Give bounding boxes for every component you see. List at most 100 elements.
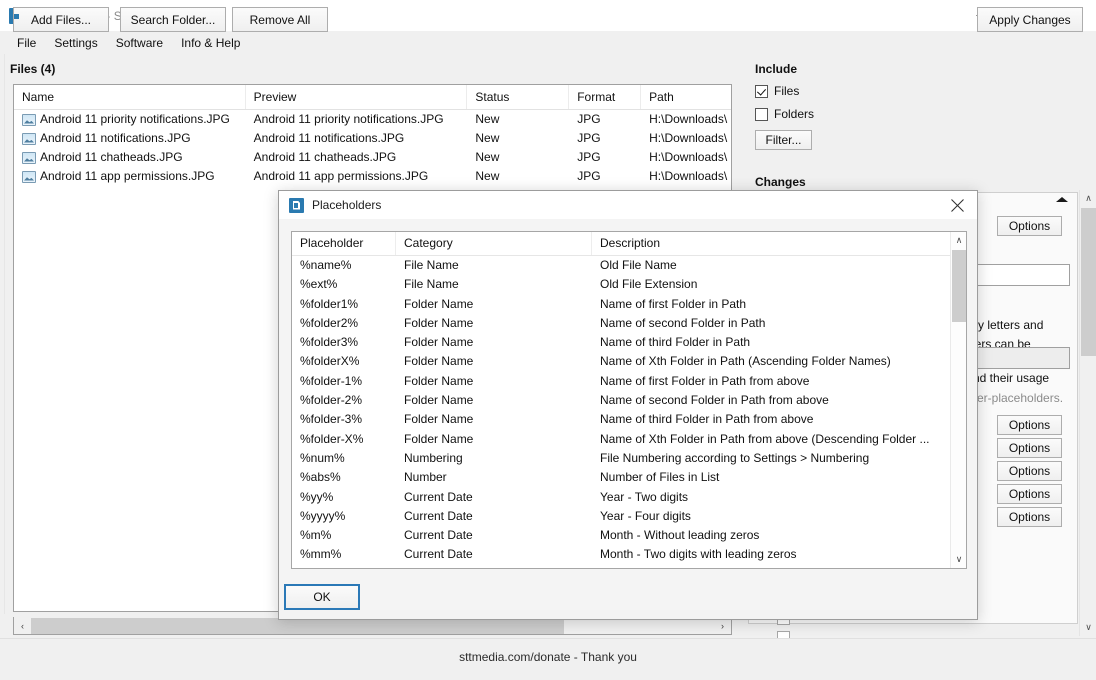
- file-name-text: Android 11 notifications.JPG: [40, 131, 191, 145]
- cell-description: Name of third Folder in Path from above: [600, 412, 814, 427]
- table-row[interactable]: %folder-2% Folder Name Name of second Fo…: [292, 391, 966, 410]
- image-file-icon: [22, 151, 36, 164]
- table-row[interactable]: %yyyy% Current Date Year - Four digits: [292, 507, 966, 526]
- image-file-icon: [22, 132, 36, 145]
- table-row[interactable]: %name% File Name Old File Name: [292, 256, 966, 275]
- changes-vertical-scrollbar[interactable]: ∧ ∨: [1079, 190, 1096, 636]
- table-row[interactable]: %mm% Current Date Month - Two digits wit…: [292, 545, 966, 564]
- cell-placeholder: %folderX%: [300, 354, 360, 369]
- cell-placeholder: %yy%: [300, 489, 334, 504]
- file-name-text: Android 11 app permissions.JPG: [40, 169, 215, 183]
- cell-format: JPG: [577, 112, 601, 126]
- checkbox-folders-box[interactable]: [755, 107, 768, 121]
- dialog-vscroll-thumb[interactable]: [952, 250, 966, 322]
- table-row[interactable]: %abs% Number Number of Files in List: [292, 468, 966, 487]
- cell-category: Folder Name: [404, 393, 474, 408]
- placeholders-table[interactable]: Placeholder Category Description %name% …: [291, 231, 967, 569]
- scroll-left-icon[interactable]: ‹: [14, 618, 31, 634]
- column-header-description[interactable]: Description: [592, 232, 951, 255]
- cell-format: JPG: [577, 150, 601, 164]
- table-row[interactable]: %folder-1% Folder Name Name of first Fol…: [292, 372, 966, 391]
- menu-item-file[interactable]: File: [8, 34, 45, 52]
- checkbox-folders-label: Folders: [774, 107, 815, 121]
- column-header-preview[interactable]: Preview: [246, 85, 468, 109]
- table-row[interactable]: %folder3% Folder Name Name of third Fold…: [292, 333, 966, 352]
- cell-category: File Name: [404, 277, 459, 292]
- options-button-3[interactable]: Options: [997, 438, 1062, 458]
- dialog-title: Placeholders: [312, 198, 382, 212]
- column-header-name[interactable]: Name: [14, 85, 246, 109]
- column-header-category[interactable]: Category: [396, 232, 592, 255]
- table-row[interactable]: %m% Current Date Month - Without leading…: [292, 526, 966, 545]
- column-header-format[interactable]: Format: [569, 85, 642, 109]
- dialog-close-button[interactable]: [937, 191, 977, 219]
- vscroll-thumb[interactable]: [1081, 208, 1096, 356]
- image-file-icon: [22, 113, 36, 126]
- cell-category: Folder Name: [404, 373, 474, 388]
- table-row[interactable]: %d% Current Date Day - Without leading z…: [292, 565, 966, 568]
- menu-item-settings[interactable]: Settings: [45, 34, 106, 52]
- cell-description: Name of Xth Folder in Path (Ascending Fo…: [600, 354, 891, 369]
- table-row[interactable]: %num% Numbering File Numbering according…: [292, 449, 966, 468]
- cell-placeholder: %folder1%: [300, 296, 359, 311]
- checkbox-files[interactable]: Files: [755, 84, 799, 98]
- scroll-down-icon[interactable]: ∨: [951, 551, 966, 568]
- add-files-button[interactable]: Add Files...: [13, 7, 109, 32]
- filerenamer-window: FileRenamer - Stefan Trost Media File Se…: [0, 0, 1096, 680]
- table-row[interactable]: %folder-3% Folder Name Name of third Fol…: [292, 410, 966, 429]
- placeholders-table-header: Placeholder Category Description: [292, 232, 966, 256]
- cell-placeholder: %folder-3%: [300, 412, 363, 427]
- table-row[interactable]: %yy% Current Date Year - Two digits: [292, 488, 966, 507]
- apply-changes-button[interactable]: Apply Changes: [977, 7, 1083, 32]
- donate-text[interactable]: sttmedia.com/donate - Thank you: [0, 650, 1096, 664]
- checkbox-folders[interactable]: Folders: [755, 107, 814, 121]
- left-edge-strip: [0, 54, 5, 614]
- cell-category: Numbering: [404, 450, 463, 465]
- filter-button[interactable]: Filter...: [755, 130, 812, 150]
- table-row[interactable]: %folder-X% Folder Name Name of Xth Folde…: [292, 430, 966, 449]
- cell-path: H:\Downloads\: [649, 169, 728, 183]
- table-row[interactable]: %folder2% Folder Name Name of second Fol…: [292, 314, 966, 333]
- menu-item-software[interactable]: Software: [107, 34, 172, 52]
- column-header-path[interactable]: Path: [641, 85, 731, 109]
- changes-link-fragment[interactable]: er-placeholders.: [977, 391, 1063, 405]
- cell-category: Current Date: [404, 508, 473, 523]
- options-button-1[interactable]: Options: [997, 216, 1062, 236]
- cell-preview: Android 11 priority notifications.JPG: [253, 112, 444, 126]
- table-row[interactable]: Android 11 notifications.JPG Android 11 …: [14, 129, 731, 148]
- column-header-placeholder[interactable]: Placeholder: [292, 232, 396, 255]
- cell-category: Folder Name: [404, 296, 474, 311]
- table-row[interactable]: Android 11 priority notifications.JPG An…: [14, 110, 731, 129]
- cell-description: Old File Name: [600, 258, 677, 272]
- options-button-4[interactable]: Options: [997, 461, 1062, 481]
- cell-placeholder: %name%: [300, 258, 352, 272]
- cell-category: Current Date: [404, 547, 473, 562]
- table-row[interactable]: Android 11 app permissions.JPG Android 1…: [14, 167, 731, 186]
- cell-description: Day - Without leading zeros: [592, 565, 951, 568]
- options-button-6[interactable]: Options: [997, 507, 1062, 527]
- search-folder-button[interactable]: Search Folder...: [120, 7, 226, 32]
- scroll-up-icon[interactable]: ∧: [1080, 190, 1096, 207]
- caret-up-icon[interactable]: [1056, 197, 1068, 202]
- table-row[interactable]: %ext% File Name Old File Extension: [292, 275, 966, 294]
- scroll-down-icon[interactable]: ∨: [1080, 619, 1096, 636]
- options-button-2[interactable]: Options: [997, 415, 1062, 435]
- cell-status: New: [475, 112, 500, 126]
- column-header-status[interactable]: Status: [467, 85, 570, 109]
- remove-all-button[interactable]: Remove All: [232, 7, 328, 32]
- menu-item-info-help[interactable]: Info & Help: [172, 34, 249, 52]
- table-row[interactable]: %folder1% Folder Name Name of first Fold…: [292, 295, 966, 314]
- ok-button[interactable]: OK: [284, 584, 360, 610]
- options-button-5[interactable]: Options: [997, 484, 1062, 504]
- table-row[interactable]: Android 11 chatheads.JPG Android 11 chat…: [14, 148, 731, 167]
- scroll-up-icon[interactable]: ∧: [951, 232, 966, 249]
- cell-description: Old File Extension: [600, 277, 698, 292]
- cell-preview: Android 11 notifications.JPG: [253, 131, 405, 145]
- file-list-header: Name Preview Status Format Path: [14, 85, 731, 110]
- table-row[interactable]: %folderX% Folder Name Name of Xth Folder…: [292, 352, 966, 371]
- cell-placeholder: %folder3%: [300, 335, 359, 350]
- checkbox-files-box[interactable]: [755, 84, 768, 98]
- cell-description: Name of Xth Folder in Path from above (D…: [600, 431, 930, 446]
- cell-category: File Name: [404, 258, 459, 272]
- placeholders-vertical-scrollbar[interactable]: ∧ ∨: [950, 232, 966, 568]
